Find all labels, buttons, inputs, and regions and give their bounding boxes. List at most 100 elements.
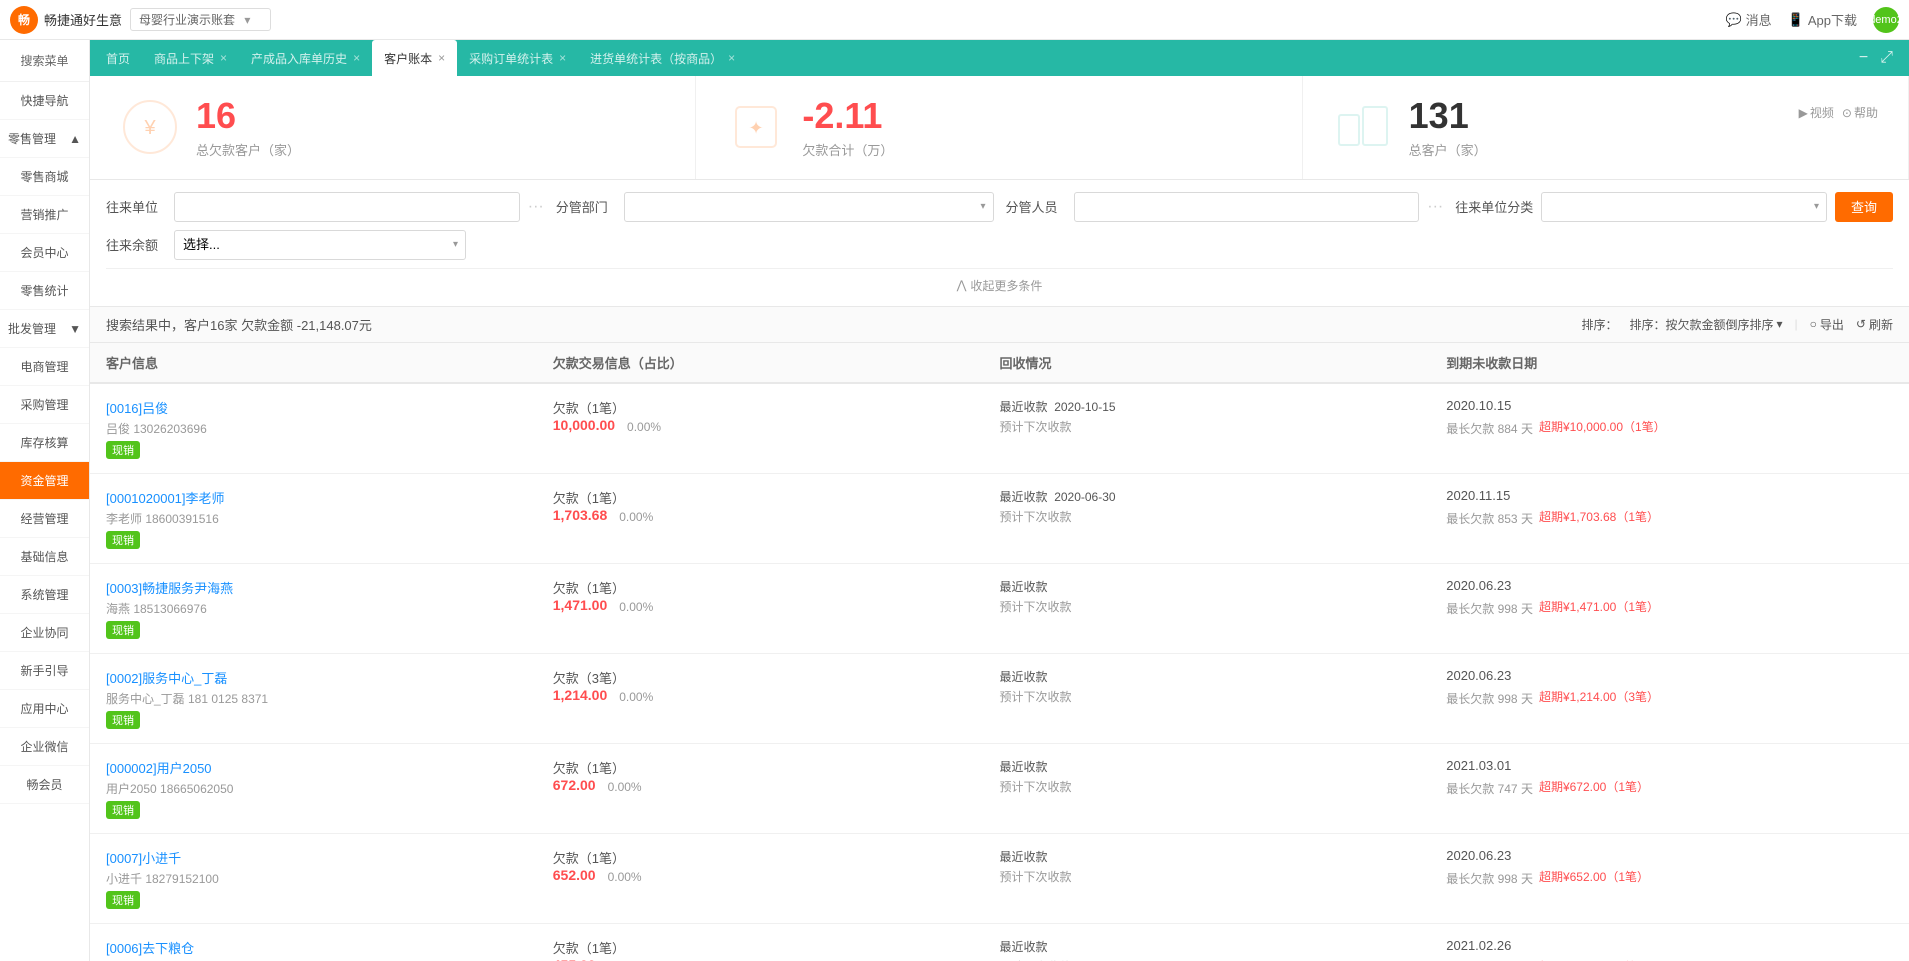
due-date-cell-3: 2020.06.23 最长欠款 998 天 超期¥1,214.00（3笔） — [1446, 668, 1893, 707]
search-button[interactable]: 查询 — [1835, 192, 1893, 222]
filter-input-unit[interactable] — [174, 192, 520, 222]
refresh-button[interactable]: ↺ 刷新 — [1856, 316, 1893, 333]
overdue-days-1: 最长欠款 853 天 — [1446, 510, 1533, 527]
filter-select-category[interactable] — [1541, 192, 1827, 222]
sort-select[interactable]: 排序：按欠款金额倒序排序 ▾ — [1629, 316, 1782, 333]
recovery-cell-0: 最近收款 2020-10-15 预计下次收款 — [1000, 398, 1447, 435]
tab-close-产成品入库单历史[interactable]: × — [353, 51, 360, 65]
search-menu-button[interactable]: 搜索菜单 — [8, 48, 81, 73]
tab-minimize-button[interactable]: − — [1855, 47, 1872, 69]
table-row: [0001020001]李老师 李老师 18600391516 现销 欠款（1笔… — [90, 474, 1909, 564]
sidebar-item-企业协同[interactable]: 企业协同 — [0, 614, 89, 652]
overdue-amount-1[interactable]: 超期¥1,703.68（1笔） — [1539, 508, 1659, 525]
tab-close-采购订单统计表[interactable]: × — [559, 51, 566, 65]
logo-area: 畅 畅捷通好生意 — [10, 6, 122, 34]
results-actions: 排序： 排序：按欠款金额倒序排序 ▾ | ○ 导出 ↺ 刷新 — [1581, 316, 1893, 333]
app-download-button[interactable]: 📱 App下载 — [1788, 10, 1857, 29]
debt-amount-4[interactable]: 672.00 — [553, 777, 596, 793]
avatar[interactable]: demo2 — [1873, 7, 1899, 33]
next-collect-2: 预计下次收款 — [1000, 598, 1447, 615]
customer-name-5[interactable]: [0007]小进千 — [106, 848, 553, 867]
top-bar-left: 畅 畅捷通好生意 母婴行业演示账套 ▾ — [10, 6, 271, 34]
help-link[interactable]: ⊙ 帮助 — [1842, 104, 1878, 121]
overdue-amount-2[interactable]: 超期¥1,471.00（1笔） — [1539, 598, 1659, 615]
sidebar-arrow: ▲ — [69, 132, 81, 146]
sidebar-item-基础信息[interactable]: 基础信息 — [0, 538, 89, 576]
customer-name-0[interactable]: [0016]吕俊 — [106, 398, 553, 417]
sidebar-item-系统管理[interactable]: 系统管理 — [0, 576, 89, 614]
customer-name-6[interactable]: [0006]去下粮仓 — [106, 938, 553, 957]
overdue-amount-3[interactable]: 超期¥1,214.00（3笔） — [1539, 688, 1659, 705]
app-logo: 畅 — [10, 6, 38, 34]
sidebar-item-零售管理[interactable]: 零售管理▲ — [0, 120, 89, 158]
customer-name-4[interactable]: [000002]用户2050 — [106, 758, 553, 777]
video-link[interactable]: ▶ 视频 — [1799, 104, 1834, 121]
stat-icon-3 — [1333, 97, 1393, 157]
sidebar-item-零售统计[interactable]: 零售统计 — [0, 272, 89, 310]
debt-amount-2[interactable]: 1,471.00 — [553, 597, 608, 613]
debt-amount-3[interactable]: 1,214.00 — [553, 687, 608, 703]
filter-dots-person[interactable]: ··· — [1427, 198, 1443, 216]
overdue-amount-0[interactable]: 超期¥10,000.00（1笔） — [1539, 418, 1666, 435]
store-selector[interactable]: 母婴行业演示账套 ▾ — [130, 8, 271, 31]
table-row: [0016]吕俊 吕俊 13026203696 现销 欠款（1笔） 10,000… — [90, 384, 1909, 474]
sidebar-item-应用中心[interactable]: 应用中心 — [0, 690, 89, 728]
stat-icon-1: ¥ — [120, 97, 180, 157]
sidebar-item-新手引导[interactable]: 新手引导 — [0, 652, 89, 690]
customer-info-cell-1: [0001020001]李老师 李老师 18600391516 现销 — [106, 488, 553, 549]
sidebar-item-批发管理[interactable]: 批发管理▼ — [0, 310, 89, 348]
sidebar-item-采购管理[interactable]: 采购管理 — [0, 386, 89, 424]
debt-count-4: 欠款（1笔） — [553, 758, 1000, 777]
tab-进货单统计表（按商品）[interactable]: 进货单统计表（按商品）× — [578, 40, 747, 76]
tab-首页[interactable]: 首页 — [94, 40, 142, 76]
sidebar-item-库存核算[interactable]: 库存核算 — [0, 424, 89, 462]
tab-采购订单统计表[interactable]: 采购订单统计表× — [457, 40, 578, 76]
tab-close-进货单统计表（按商品）[interactable]: × — [728, 51, 735, 65]
sidebar-item-经营管理[interactable]: 经营管理 — [0, 500, 89, 538]
collapse-button[interactable]: ⋀ 收起更多条件 — [957, 277, 1043, 294]
debt-amount-0[interactable]: 10,000.00 — [553, 417, 615, 433]
sidebar-item-quick-nav[interactable]: 快捷导航 — [0, 82, 89, 120]
filter-dots-unit[interactable]: ··· — [528, 198, 544, 216]
tab-产成品入库单历史[interactable]: 产成品入库单历史× — [239, 40, 372, 76]
filter-label-balance: 往来余额 — [106, 235, 166, 254]
sidebar-item-营销推广[interactable]: 营销推广 — [0, 196, 89, 234]
tab-maximize-button[interactable]: ⤢ — [1876, 47, 1897, 69]
overdue-amount-4[interactable]: 超期¥672.00（1笔） — [1539, 778, 1649, 795]
sidebar-item-电商管理[interactable]: 电商管理 — [0, 348, 89, 386]
tab-close-商品上下架[interactable]: × — [220, 51, 227, 65]
table-header: 客户信息 欠款交易信息（占比） 回收情况 到期未收款日期 — [90, 343, 1909, 384]
tab-商品上下架[interactable]: 商品上下架× — [142, 40, 239, 76]
sidebar-item-会员中心[interactable]: 会员中心 — [0, 234, 89, 272]
overdue-amount-5[interactable]: 超期¥652.00（1笔） — [1539, 868, 1649, 885]
export-button[interactable]: ○ 导出 — [1810, 316, 1844, 333]
filter-select-balance[interactable]: 选择... — [174, 230, 466, 260]
customer-info-cell-4: [000002]用户2050 用户2050 18665062050 现销 — [106, 758, 553, 819]
debt-ratio-3: 0.00% — [619, 690, 653, 704]
filter-input-person[interactable] — [1074, 192, 1420, 222]
tab-close-客户账本[interactable]: × — [438, 51, 445, 65]
debt-info-cell-0: 欠款（1笔） 10,000.00 0.00% — [553, 398, 1000, 434]
customer-name-1[interactable]: [0001020001]李老师 — [106, 488, 553, 507]
debt-ratio-4: 0.00% — [608, 780, 642, 794]
debt-amount-6[interactable]: 455.90 — [553, 957, 596, 961]
debt-amount-1[interactable]: 1,703.68 — [553, 507, 608, 523]
content-area: 首页商品上下架×产成品入库单历史×客户账本×采购订单统计表×进货单统计表（按商品… — [90, 40, 1909, 961]
filter-select-dept-wrap: ▾ — [624, 192, 994, 222]
tab-客户账本[interactable]: 客户账本× — [372, 40, 457, 76]
sidebar-item-资金管理[interactable]: 资金管理 — [0, 462, 89, 500]
debt-amount-5[interactable]: 652.00 — [553, 867, 596, 883]
sidebar-item-企业微信[interactable]: 企业微信 — [0, 728, 89, 766]
table-row: [0003]畅捷服务尹海燕 海燕 18513066976 现销 欠款（1笔） 1… — [90, 564, 1909, 654]
sidebar-item-零售商城[interactable]: 零售商城 — [0, 158, 89, 196]
customer-name-2[interactable]: [0003]畅捷服务尹海燕 — [106, 578, 553, 597]
filter-select-dept[interactable] — [624, 192, 994, 222]
overdue-days-4: 最长欠款 747 天 — [1446, 780, 1533, 797]
svg-text:¥: ¥ — [143, 117, 156, 139]
customer-name-3[interactable]: [0002]服务中心_丁磊 — [106, 668, 553, 687]
filter-label-unit: 往来单位 — [106, 197, 166, 216]
next-collect-3: 预计下次收款 — [1000, 688, 1447, 705]
stat-info-3: 131 总客户（家） — [1409, 96, 1783, 159]
message-button[interactable]: 💬 消息 — [1725, 10, 1771, 29]
sidebar-item-畅会员[interactable]: 畅会员 — [0, 766, 89, 804]
